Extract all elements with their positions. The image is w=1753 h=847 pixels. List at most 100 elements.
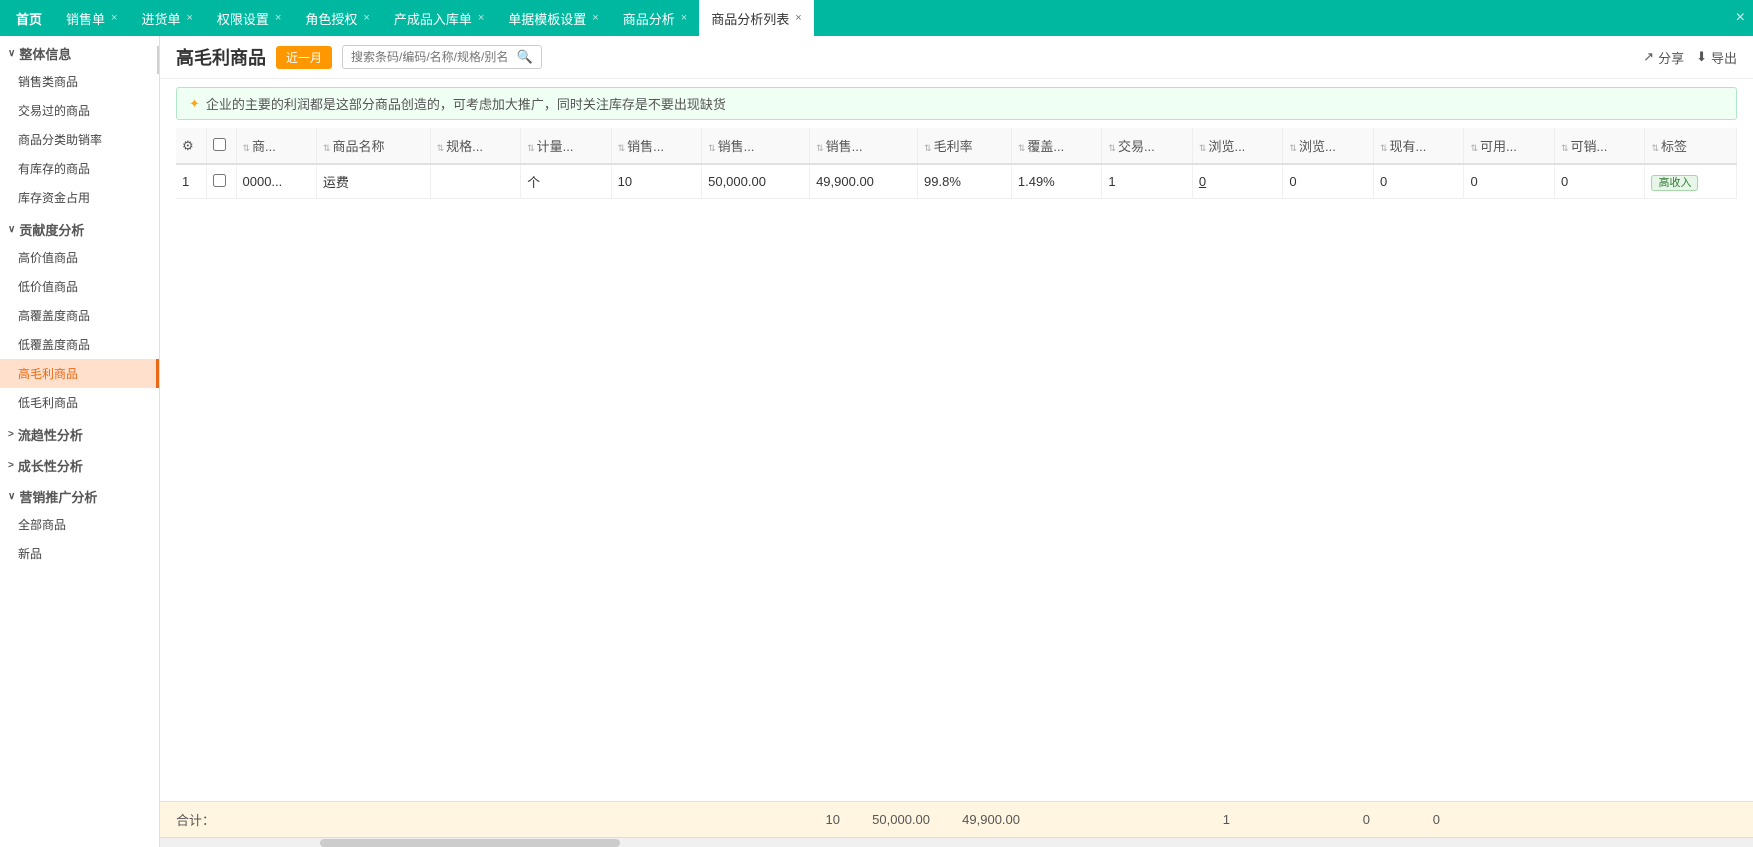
- sidebar-group-贡献度分析[interactable]: ∨贡献度分析: [0, 212, 159, 243]
- row-tag: 高收入: [1645, 164, 1737, 199]
- content-header: 高毛利商品 近一月 🔍 ↗ 分享 ⬇ 导出: [160, 36, 1753, 79]
- sidebar-item-高覆盖度商品[interactable]: 高覆盖度商品: [0, 301, 159, 330]
- row-available: 0: [1464, 164, 1555, 199]
- row-spec: [430, 164, 521, 199]
- sidebar-group-整体信息[interactable]: ∨整体信息: [0, 36, 159, 67]
- sidebar-item-低覆盖度商品[interactable]: 低覆盖度商品: [0, 330, 159, 359]
- col-header-11[interactable]: ⇅交易...: [1102, 128, 1193, 164]
- nav-item-首页[interactable]: 首页: [4, 0, 54, 36]
- bottom-scrollbar[interactable]: [160, 837, 1753, 847]
- group-arrow: >: [8, 429, 14, 440]
- sidebar-group-流趋性分析[interactable]: >流趋性分析: [0, 417, 159, 448]
- row-sales1: 10: [611, 164, 702, 199]
- group-arrow: ∨: [8, 224, 15, 235]
- col-header-15[interactable]: ⇅可用...: [1464, 128, 1555, 164]
- nav-item-商品分析列表[interactable]: 商品分析列表×: [699, 0, 813, 36]
- col-header-12[interactable]: ⇅浏览...: [1192, 128, 1283, 164]
- share-icon: ↗: [1643, 49, 1654, 65]
- sidebar-item-低价值商品[interactable]: 低价值商品: [0, 272, 159, 301]
- footer-cell-12: [1236, 812, 1306, 827]
- sidebar-item-有库存的商品[interactable]: 有库存的商品: [0, 154, 159, 183]
- col-header-10[interactable]: ⇅覆盖...: [1011, 128, 1102, 164]
- nav-close-销售单[interactable]: ×: [111, 12, 117, 24]
- nav-item-商品分析[interactable]: 商品分析×: [611, 0, 699, 36]
- col-header-17[interactable]: ⇅标签: [1645, 128, 1737, 164]
- col-header-2[interactable]: ⇅商...: [236, 128, 316, 164]
- search-box: 🔍: [342, 45, 542, 69]
- row-sellable: 0: [1554, 164, 1645, 199]
- nav-close-进货单[interactable]: ×: [186, 12, 192, 24]
- group-arrow: ∨: [8, 491, 15, 502]
- nav-close-角色授权[interactable]: ×: [363, 12, 369, 24]
- col-header-13[interactable]: ⇅浏览...: [1283, 128, 1374, 164]
- col-header-0: ⚙: [176, 128, 206, 164]
- footer-cell-11: 1: [1166, 812, 1236, 827]
- col-header-4[interactable]: ⇅规格...: [430, 128, 521, 164]
- sidebar-item-低毛利商品[interactable]: 低毛利商品: [0, 388, 159, 417]
- filter-recent-button[interactable]: 近一月: [276, 46, 332, 69]
- sidebar-collapse-button[interactable]: «: [157, 46, 160, 74]
- data-table: ⚙⇅商...⇅商品名称⇅规格...⇅计量...⇅销售...⇅销售...⇅销售..…: [176, 128, 1737, 199]
- row-checkbox[interactable]: [206, 164, 236, 199]
- nav-item-权限设置[interactable]: 权限设置×: [205, 0, 293, 36]
- sidebar-item-高毛利商品[interactable]: 高毛利商品: [0, 359, 159, 388]
- search-icon[interactable]: 🔍: [517, 49, 533, 65]
- sidebar-item-商品分类助销率[interactable]: 商品分类助销率: [0, 125, 159, 154]
- nav-close-商品分析列表[interactable]: ×: [795, 12, 801, 24]
- col-header-14[interactable]: ⇅现有...: [1373, 128, 1464, 164]
- footer-cell-10: [1096, 812, 1166, 827]
- nav-close-权限设置[interactable]: ×: [275, 12, 281, 24]
- row-no: 1: [176, 164, 206, 199]
- footer-bar: 合计： 1050,000.0049,900.00100: [160, 801, 1753, 837]
- nav-close-商品分析[interactable]: ×: [681, 12, 687, 24]
- row-sales3: 49,900.00: [810, 164, 918, 199]
- info-text: 企业的主要的利润都是这部分商品创造的，可考虑加大推广，同时关注库存是不要出现缺货: [206, 94, 726, 113]
- nav-close-产成品入库单[interactable]: ×: [478, 12, 484, 24]
- settings-icon[interactable]: ⚙: [182, 138, 194, 153]
- sidebar-item-销售类商品[interactable]: 销售类商品: [0, 67, 159, 96]
- group-arrow: ∨: [8, 48, 15, 59]
- footer-cell-1: [386, 812, 416, 827]
- footer-cell-14: 0: [1376, 812, 1446, 827]
- footer-cell-4: [626, 812, 706, 827]
- row-browse1[interactable]: 0: [1192, 164, 1283, 199]
- top-nav: 首页销售单×进货单×权限设置×角色授权×产成品入库单×单据模板设置×商品分析×商…: [0, 0, 1753, 36]
- col-header-16[interactable]: ⇅可销...: [1554, 128, 1645, 164]
- table-row: 10000...运费个1050,000.0049,900.0099.8%1.49…: [176, 164, 1737, 199]
- nav-item-销售单[interactable]: 销售单×: [54, 0, 129, 36]
- col-header-3[interactable]: ⇅商品名称: [316, 128, 430, 164]
- window-close-button[interactable]: ×: [1736, 9, 1745, 27]
- export-button[interactable]: ⬇ 导出: [1696, 48, 1737, 67]
- sidebar-item-交易过的商品[interactable]: 交易过的商品: [0, 96, 159, 125]
- row-browse2: 0: [1283, 164, 1374, 199]
- row-current: 0: [1373, 164, 1464, 199]
- col-header-9[interactable]: ⇅毛利率: [918, 128, 1012, 164]
- col-header-6[interactable]: ⇅销售...: [611, 128, 702, 164]
- export-icon: ⬇: [1696, 49, 1707, 65]
- nav-item-角色授权[interactable]: 角色授权×: [293, 0, 381, 36]
- nav-item-单据模板设置[interactable]: 单据模板设置×: [496, 0, 610, 36]
- sidebar-group-营销推广分析[interactable]: ∨营销推广分析: [0, 479, 159, 510]
- sidebar-group-成长性分析[interactable]: >成长性分析: [0, 448, 159, 479]
- search-input[interactable]: [351, 50, 517, 64]
- footer-cell-15: [1446, 812, 1516, 827]
- footer-cell-16: [1516, 812, 1586, 827]
- nav-item-进货单[interactable]: 进货单×: [129, 0, 204, 36]
- nav-close-单据模板设置[interactable]: ×: [592, 12, 598, 24]
- total-values: 1050,000.0049,900.00100: [356, 812, 1586, 827]
- sidebar-item-高价值商品[interactable]: 高价值商品: [0, 243, 159, 272]
- footer-cell-6: 10: [766, 812, 846, 827]
- sidebar-item-全部商品[interactable]: 全部商品: [0, 510, 159, 539]
- row-name: 运费: [316, 164, 430, 199]
- col-header-7[interactable]: ⇅销售...: [702, 128, 810, 164]
- nav-item-产成品入库单[interactable]: 产成品入库单×: [382, 0, 496, 36]
- table-header-row: ⚙⇅商...⇅商品名称⇅规格...⇅计量...⇅销售...⇅销售...⇅销售..…: [176, 128, 1737, 164]
- sidebar-item-库存资金占用[interactable]: 库存资金占用: [0, 183, 159, 212]
- header-actions: ↗ 分享 ⬇ 导出: [1643, 48, 1737, 67]
- sidebar-item-新品[interactable]: 新品: [0, 539, 159, 568]
- col-header-8[interactable]: ⇅销售...: [810, 128, 918, 164]
- select-all-checkbox[interactable]: [213, 138, 226, 151]
- col-header-5[interactable]: ⇅计量...: [521, 128, 612, 164]
- content-area: 高毛利商品 近一月 🔍 ↗ 分享 ⬇ 导出 ✦ 企业的主要的利润都是这部分商品创…: [160, 36, 1753, 847]
- share-button[interactable]: ↗ 分享: [1643, 48, 1684, 67]
